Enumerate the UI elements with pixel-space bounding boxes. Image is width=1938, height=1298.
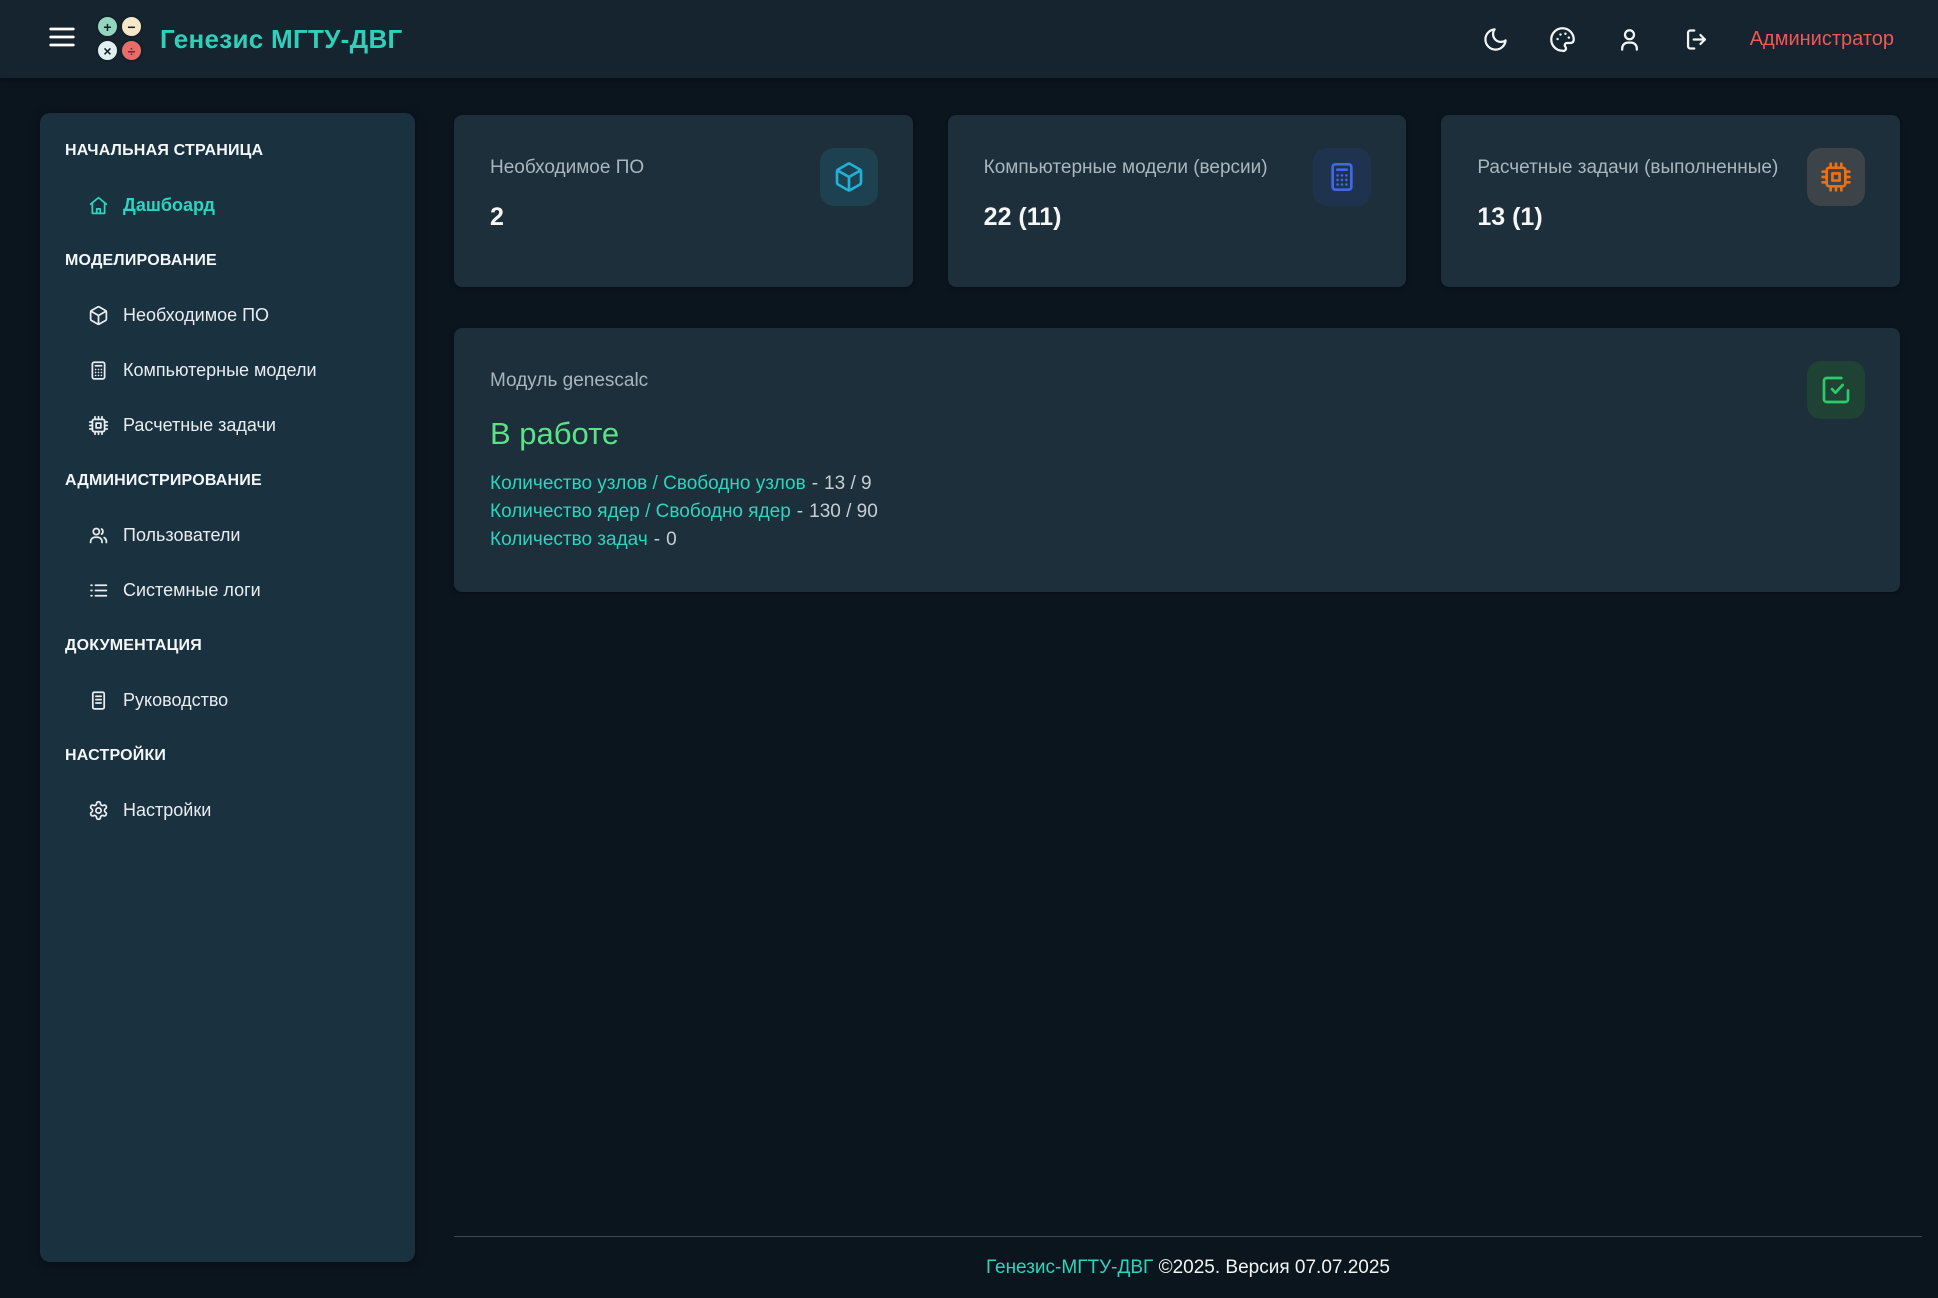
sidebar: НАЧАЛЬНАЯ СТРАНИЦА Дашбоард МОДЕЛИРОВАНИЕ Н… [40, 113, 415, 1262]
cube-icon [89, 305, 108, 326]
module-stat-value: 0 [666, 529, 677, 550]
hamburger-menu-button[interactable] [46, 21, 78, 58]
module-card-icon-box [1807, 361, 1865, 419]
cube-icon [835, 162, 863, 192]
sidebar-section-label: МОДЕЛИРОВАНИЕ [65, 251, 217, 269]
moon-icon [1484, 27, 1507, 51]
check-square-icon [1822, 376, 1850, 404]
users-icon [89, 527, 108, 544]
account-button[interactable] [1616, 26, 1643, 53]
cpu-icon [88, 415, 109, 436]
user-icon [1620, 28, 1638, 51]
sidebar-item-label: Компьютерные модели [123, 360, 317, 380]
sidebar-item-label: Расчетные задачи [123, 415, 276, 435]
sidebar-item-computer-models[interactable]: Компьютерные модели [40, 343, 415, 398]
stat-card-value: 13 (1) [1477, 203, 1543, 231]
module-stat-label: Количество ядер / Свободно ядер [490, 501, 791, 522]
palette-button[interactable] [1549, 26, 1576, 53]
home-icon [89, 196, 108, 215]
sidebar-item-label: Необходимое ПО [123, 305, 270, 325]
stat-card-value: 22 (11) [983, 203, 1062, 231]
footer-brand-link[interactable]: Генезис-МГТУ-ДВГ [986, 1257, 1153, 1278]
calculator-icon [91, 361, 106, 380]
module-stat-line: Количество ядер / Свободно ядер -130 / 90 [490, 498, 1864, 526]
sidebar-item-manual[interactable]: Руководство [40, 673, 415, 728]
sidebar-item-system-logs[interactable]: Системные логи [40, 563, 415, 618]
sidebar-item-label: Системные логи [123, 580, 261, 600]
module-stat-label: Количество задач [490, 529, 648, 550]
logo-times-circle: × [96, 39, 119, 62]
sidebar-section-label: НАЧАЛЬНАЯ СТРАНИЦА [65, 141, 264, 159]
topbar: + − × ÷ Генезис МГТУ-ДВГ Администратор [0, 0, 1938, 78]
stat-card-calculation-tasks[interactable]: Расчетные задачи (выполненные) 13 (1) [1441, 115, 1901, 287]
logo-plus-circle: + [96, 15, 119, 38]
stat-card-label: Компьютерные модели (версии) [983, 157, 1268, 178]
module-stats: Количество узлов / Свободно узлов -13 / 9… [490, 470, 1864, 554]
stat-card-computer-models[interactable]: Компьютерные модели (версии) 22 (11) [947, 115, 1407, 287]
gear-icon [89, 800, 108, 821]
sidebar-item-calculation-tasks[interactable]: Расчетные задачи [40, 398, 415, 453]
sidebar-item-dashboard[interactable]: Дашбоард [40, 178, 415, 233]
sidebar-section-label: ДОКУМЕНТАЦИЯ [65, 636, 202, 654]
app-logo: + − × ÷ [96, 15, 144, 63]
cpu-icon [1821, 162, 1851, 192]
app-title: Генезис МГТУ-ДВГ [160, 23, 403, 54]
stat-card-icon-box [1807, 148, 1866, 206]
module-card-label: Модуль genescalc [490, 370, 649, 391]
module-stat-line: Количество узлов / Свободно узлов -13 / 9 [490, 470, 1864, 498]
module-stat-value: 13 / 9 [824, 473, 872, 494]
sidebar-item-label: Настройки [123, 800, 212, 820]
theme-toggle-button[interactable] [1482, 26, 1509, 53]
module-stat-separator: - [796, 501, 804, 522]
stat-card-icon-box [819, 148, 878, 206]
sidebar-section-label: АДМИНИСТРИРОВАНИЕ [65, 471, 262, 489]
stat-card-value: 2 [490, 203, 504, 231]
sidebar-item-label: Пользователи [123, 525, 241, 545]
module-stat-separator: - [811, 473, 819, 494]
stat-card-label: Необходимое ПО [490, 157, 645, 178]
sidebar-item-required-software[interactable]: Необходимое ПО [40, 288, 415, 343]
list-icon [90, 584, 108, 597]
book-icon [91, 691, 106, 710]
logout-icon [1686, 28, 1706, 50]
module-status-card: Модуль genescalc В работе Количество узл… [454, 328, 1900, 592]
palette-icon [1549, 26, 1575, 52]
calculator-icon [1331, 163, 1354, 191]
logo-minus-circle: − [120, 15, 143, 38]
module-stat-value: 130 / 90 [809, 501, 878, 522]
sidebar-item-label: Руководство [123, 690, 229, 710]
user-role-label: Администратор [1749, 27, 1894, 50]
sidebar-item-settings[interactable]: Настройки [40, 783, 415, 838]
footer: Генезис-МГТУ-ДВГ ©2025. Версия 07.07.202… [454, 1236, 1922, 1279]
logo-divide-circle: ÷ [120, 39, 143, 62]
stat-cards-row: Необходимое ПО 2 Компьютерные модели (верс… [454, 115, 1901, 287]
module-stat-separator: - [653, 529, 661, 550]
hamburger-icon [49, 27, 75, 46]
sidebar-section-label: НАСТРОЙКИ [65, 746, 167, 764]
module-stat-line: Количество задач -0 [490, 526, 1864, 554]
stat-card-required-software[interactable]: Необходимое ПО 2 [454, 115, 913, 287]
module-status-text: В работе [490, 416, 620, 451]
logout-button[interactable] [1683, 26, 1710, 53]
sidebar-nav: НАЧАЛЬНАЯ СТРАНИЦА Дашбоард МОДЕЛИРОВАНИЕ Н… [40, 123, 415, 838]
sidebar-item-users[interactable]: Пользователи [40, 508, 415, 563]
sidebar-item-label: Дашбоард [123, 195, 215, 215]
footer-copyright: ©2025. Версия 07.07.2025 [1158, 1257, 1390, 1278]
module-stat-label: Количество узлов / Свободно узлов [490, 473, 806, 494]
topbar-actions: Администратор [1482, 26, 1894, 53]
stat-card-label: Расчетные задачи (выполненные) [1477, 157, 1779, 178]
stat-card-icon-box [1313, 148, 1372, 206]
